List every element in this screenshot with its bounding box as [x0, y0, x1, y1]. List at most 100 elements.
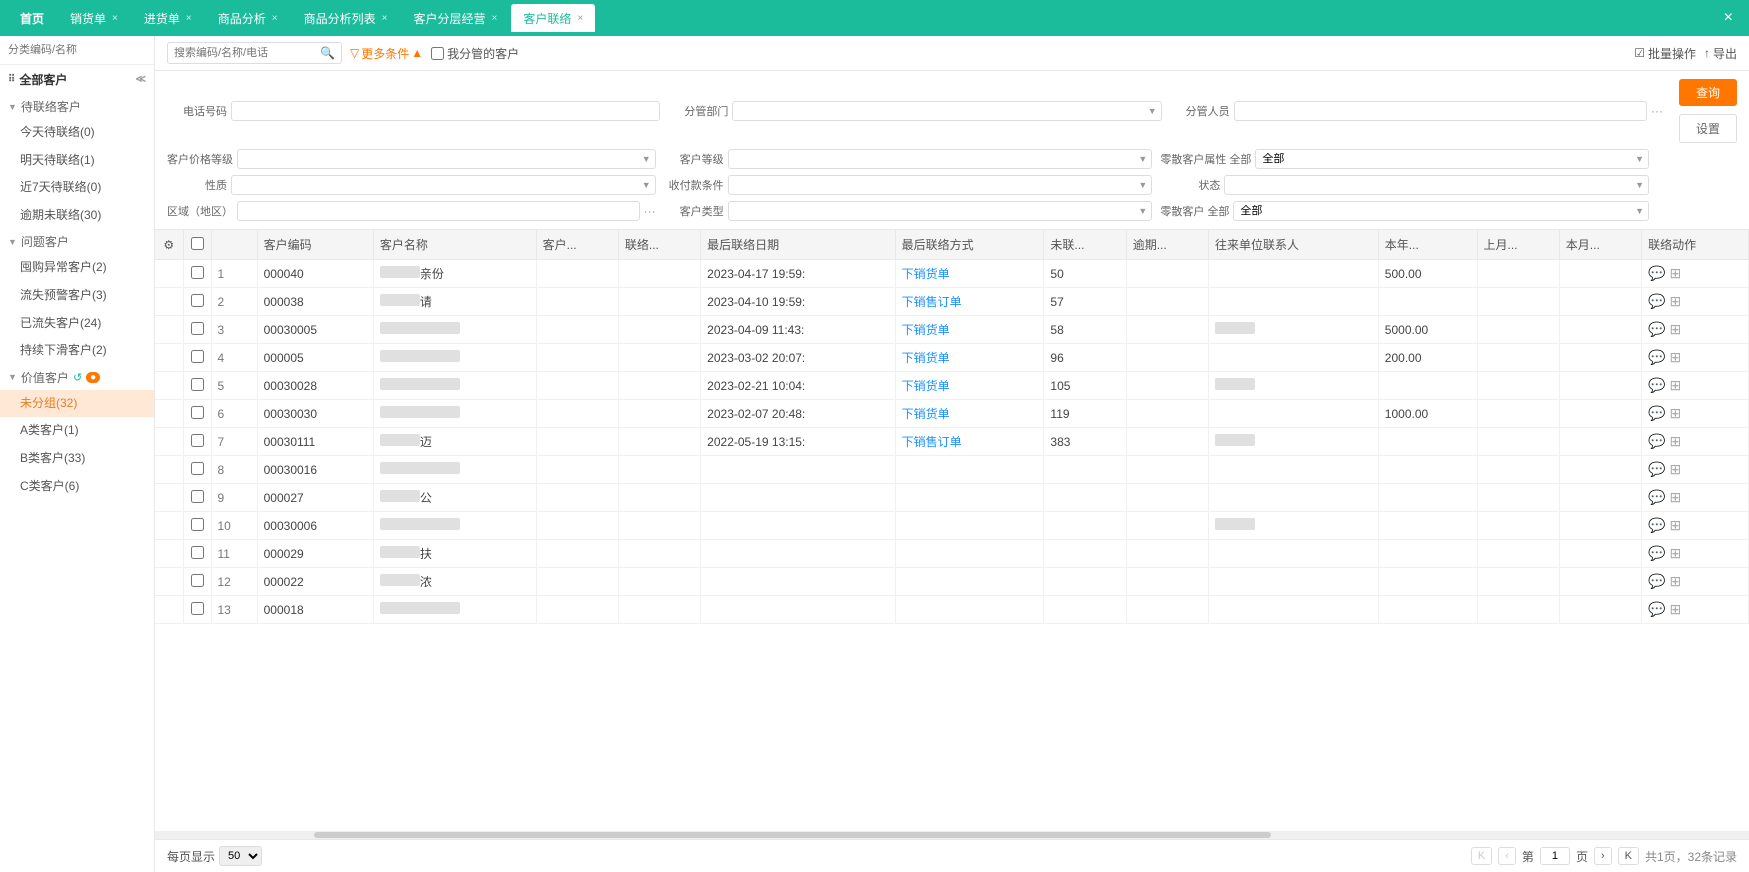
- close-tab-product-analysis-list[interactable]: ×: [382, 13, 388, 24]
- grid-action-icon[interactable]: ⊞: [1670, 265, 1682, 282]
- grid-action-icon[interactable]: ⊞: [1670, 461, 1682, 478]
- scrollbar-thumb[interactable]: [314, 832, 1270, 838]
- grid-action-icon[interactable]: ⊞: [1670, 293, 1682, 310]
- message-action-icon[interactable]: 💬: [1648, 321, 1665, 338]
- contact-type-link[interactable]: 下销货单: [902, 379, 950, 393]
- th-checkbox[interactable]: [183, 230, 211, 260]
- close-tab-purchase[interactable]: ×: [186, 13, 192, 24]
- th-last-contact-date[interactable]: 最后联络日期: [701, 230, 895, 260]
- message-action-icon[interactable]: 💬: [1648, 601, 1665, 618]
- row-checkbox[interactable]: [191, 490, 204, 503]
- grid-action-icon[interactable]: ⊞: [1670, 349, 1682, 366]
- grid-action-icon[interactable]: ⊞: [1670, 433, 1682, 450]
- last-page-button[interactable]: K: [1618, 847, 1639, 865]
- sidebar-problem-customer-group[interactable]: ▼ 问题客户: [0, 229, 154, 254]
- sidebar-item-class-c[interactable]: C类客户(6): [0, 473, 154, 501]
- tab-customer-contact[interactable]: 客户联络 ×: [511, 4, 595, 32]
- grid-action-icon[interactable]: ⊞: [1670, 545, 1682, 562]
- sidebar-item-churned[interactable]: 已流失客户(24): [0, 310, 154, 338]
- tab-sales[interactable]: 销货单 ×: [58, 4, 130, 32]
- filter-person-dots[interactable]: ···: [1651, 104, 1663, 118]
- message-action-icon[interactable]: 💬: [1648, 405, 1665, 422]
- sidebar-item-unclassified[interactable]: 未分组(32): [0, 390, 154, 418]
- sidebar-item-declining[interactable]: 持续下滑客户(2): [0, 337, 154, 365]
- close-tab-customer-tier[interactable]: ×: [491, 13, 497, 24]
- message-action-icon[interactable]: 💬: [1648, 517, 1665, 534]
- filter-status-select[interactable]: [1224, 175, 1649, 195]
- th-type[interactable]: 客户...: [536, 230, 618, 260]
- filter-retail-customer-select[interactable]: 全部: [1233, 201, 1649, 221]
- grid-action-icon[interactable]: ⊞: [1670, 489, 1682, 506]
- filter-search-input[interactable]: [174, 47, 316, 59]
- select-all-checkbox[interactable]: [191, 237, 204, 250]
- batch-ops-button[interactable]: ☑ 批量操作: [1634, 45, 1696, 62]
- close-tab-product-analysis[interactable]: ×: [272, 13, 278, 24]
- grid-action-icon[interactable]: ⊞: [1670, 321, 1682, 338]
- th-last-month[interactable]: 上月...: [1477, 230, 1559, 260]
- message-action-icon[interactable]: 💬: [1648, 545, 1665, 562]
- query-button[interactable]: 查询: [1679, 79, 1737, 106]
- row-checkbox[interactable]: [191, 266, 204, 279]
- sidebar-item-class-b[interactable]: B类客户(33): [0, 445, 154, 473]
- tab-product-analysis-list[interactable]: 商品分析列表 ×: [292, 4, 400, 32]
- grid-action-icon[interactable]: ⊞: [1670, 517, 1682, 534]
- sidebar-item-class-a[interactable]: A类客户(1): [0, 417, 154, 445]
- th-last-contact-type[interactable]: 最后联络方式: [895, 230, 1044, 260]
- row-checkbox[interactable]: [191, 322, 204, 335]
- row-checkbox[interactable]: [191, 378, 204, 391]
- message-action-icon[interactable]: 💬: [1648, 349, 1665, 366]
- prev-page-button[interactable]: ‹: [1498, 847, 1516, 865]
- my-customers-checkbox[interactable]: 我分管的客户: [431, 45, 519, 62]
- current-page-input[interactable]: [1540, 847, 1570, 865]
- th-contact[interactable]: 联络...: [618, 230, 700, 260]
- message-action-icon[interactable]: 💬: [1648, 489, 1665, 506]
- first-page-button[interactable]: K: [1471, 847, 1492, 865]
- row-checkbox[interactable]: [191, 294, 204, 307]
- sidebar-item-churn-warning[interactable]: 流失预警客户(3): [0, 282, 154, 310]
- filter-region-input[interactable]: [237, 201, 640, 221]
- th-uncontacted[interactable]: 未联...: [1044, 230, 1126, 260]
- contact-type-link[interactable]: 下销货单: [902, 351, 950, 365]
- row-checkbox[interactable]: [191, 546, 204, 559]
- refresh-icon[interactable]: ↺: [73, 371, 82, 384]
- grid-action-icon[interactable]: ⊞: [1670, 573, 1682, 590]
- row-checkbox[interactable]: [191, 574, 204, 587]
- th-this-month[interactable]: 本月...: [1559, 230, 1641, 260]
- contact-type-link[interactable]: 下销售订单: [902, 295, 962, 309]
- th-this-year[interactable]: 本年...: [1378, 230, 1477, 260]
- grid-action-icon[interactable]: ⊞: [1670, 377, 1682, 394]
- th-settings[interactable]: ⚙: [155, 230, 183, 260]
- th-code[interactable]: 客户编码: [257, 230, 373, 260]
- contact-type-link[interactable]: 下销货单: [902, 267, 950, 281]
- row-checkbox[interactable]: [191, 602, 204, 615]
- close-tab-customer-contact[interactable]: ×: [577, 13, 583, 24]
- sidebar-search-input[interactable]: [8, 44, 150, 56]
- filter-region-dots[interactable]: ···: [644, 204, 656, 218]
- horizontal-scrollbar[interactable]: [155, 831, 1749, 839]
- next-page-button[interactable]: ›: [1594, 847, 1612, 865]
- page-size-select[interactable]: 50: [219, 846, 262, 866]
- message-action-icon[interactable]: 💬: [1648, 433, 1665, 450]
- reset-button[interactable]: 设置: [1679, 114, 1737, 143]
- sidebar-item-7days-pending[interactable]: 近7天待联络(0): [0, 174, 154, 202]
- row-checkbox[interactable]: [191, 434, 204, 447]
- sidebar-item-tomorrow-pending[interactable]: 明天待联络(1): [0, 147, 154, 175]
- tab-product-analysis[interactable]: 商品分析 ×: [206, 4, 290, 32]
- row-checkbox[interactable]: [191, 350, 204, 363]
- close-tab-sales[interactable]: ×: [112, 13, 118, 24]
- message-action-icon[interactable]: 💬: [1648, 265, 1665, 282]
- tab-home[interactable]: 首页: [8, 4, 56, 32]
- row-checkbox[interactable]: [191, 406, 204, 419]
- my-customers-check-input[interactable]: [431, 47, 444, 60]
- contact-type-link[interactable]: 下销货单: [902, 323, 950, 337]
- export-button[interactable]: ↑ 导出: [1704, 45, 1737, 62]
- filter-customer-type-select[interactable]: [728, 201, 1153, 221]
- tab-purchase[interactable]: 进货单 ×: [132, 4, 204, 32]
- filter-phone-input[interactable]: [231, 101, 660, 121]
- filter-retail-attr-select[interactable]: 全部: [1255, 149, 1649, 169]
- more-conditions-button[interactable]: ▽ 更多条件 ▲: [350, 45, 423, 62]
- grid-action-icon[interactable]: ⊞: [1670, 405, 1682, 422]
- message-action-icon[interactable]: 💬: [1648, 461, 1665, 478]
- sidebar-value-customer-group[interactable]: ▼ 价值客户 ↺ ●: [0, 365, 154, 390]
- filter-person-input[interactable]: [1234, 101, 1647, 121]
